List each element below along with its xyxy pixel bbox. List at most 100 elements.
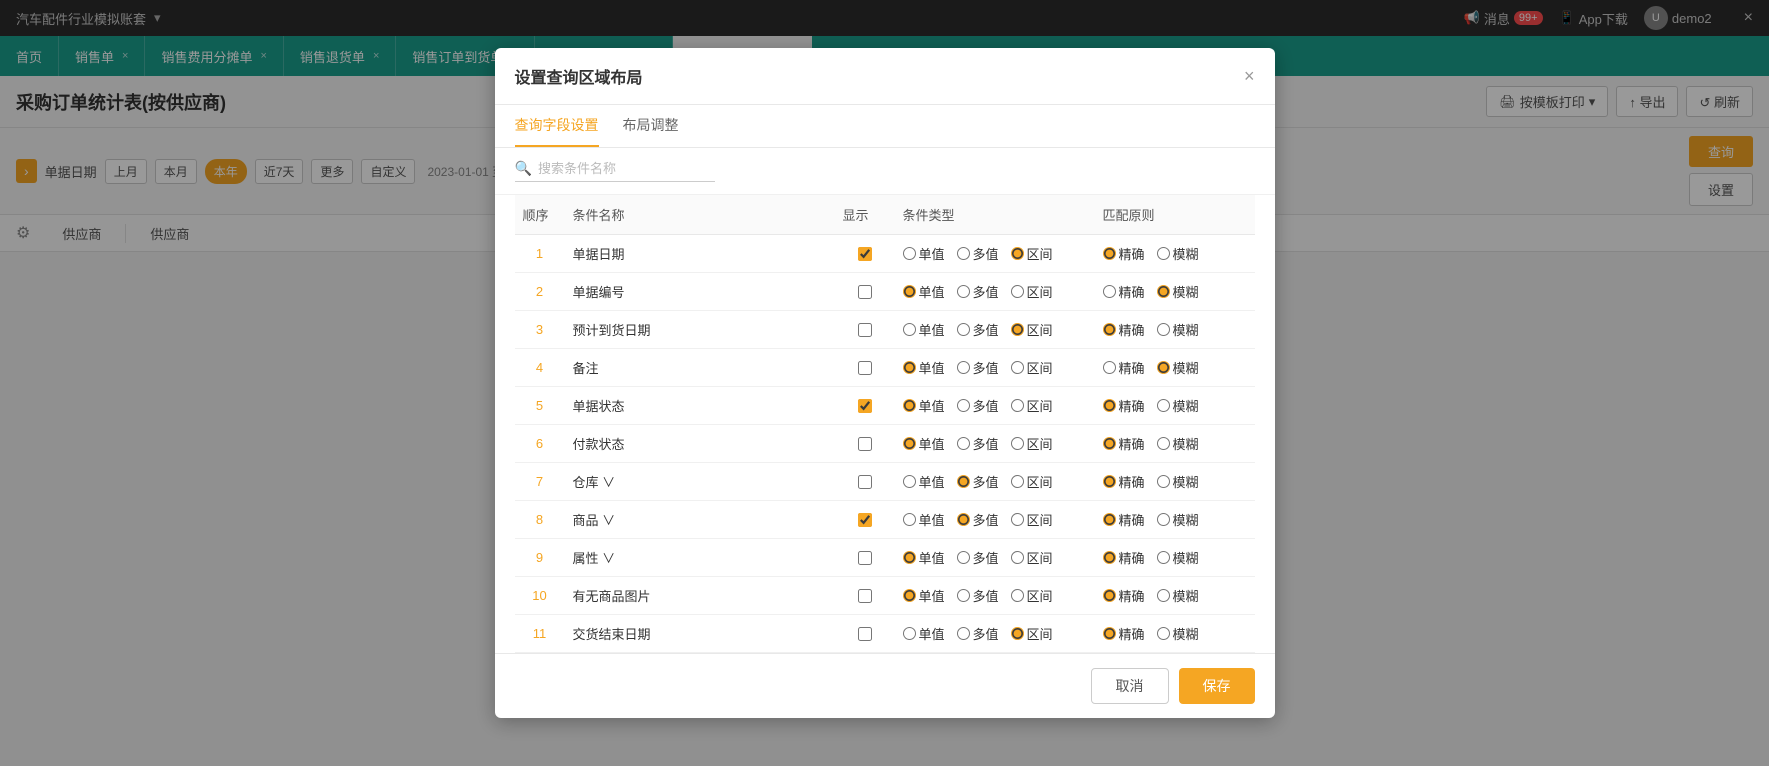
radio-single-5[interactable]: 单值 xyxy=(903,434,945,453)
cancel-button[interactable]: 取消 xyxy=(1091,668,1169,704)
radio-single-2[interactable]: 单值 xyxy=(903,320,945,339)
radio-exact-10[interactable]: 精确 xyxy=(1103,624,1145,643)
radio-exact-input-3[interactable] xyxy=(1103,361,1116,374)
radio-range-9[interactable]: 区间 xyxy=(1011,586,1053,605)
radio-range-input-9[interactable] xyxy=(1011,589,1024,602)
radio-multi-input-5[interactable] xyxy=(957,437,970,450)
radio-range-input-10[interactable] xyxy=(1011,627,1024,640)
radio-single-input-5[interactable] xyxy=(903,437,916,450)
radio-fuzzy-9[interactable]: 模糊 xyxy=(1157,586,1199,605)
radio-multi-3[interactable]: 多值 xyxy=(957,358,999,377)
radio-exact-4[interactable]: 精确 xyxy=(1103,396,1145,415)
radio-single-input-10[interactable] xyxy=(903,627,916,640)
radio-multi-9[interactable]: 多值 xyxy=(957,586,999,605)
radio-multi-7[interactable]: 多值 xyxy=(957,510,999,529)
radio-fuzzy-input-3[interactable] xyxy=(1157,361,1170,374)
radio-fuzzy-input-1[interactable] xyxy=(1157,285,1170,298)
radio-fuzzy-input-10[interactable] xyxy=(1157,627,1170,640)
radio-multi-input-2[interactable] xyxy=(957,323,970,336)
radio-exact-input-0[interactable] xyxy=(1103,247,1116,260)
radio-single-4[interactable]: 单值 xyxy=(903,396,945,415)
radio-range-input-6[interactable] xyxy=(1011,475,1024,488)
radio-exact-8[interactable]: 精确 xyxy=(1103,548,1145,567)
radio-single-0[interactable]: 单值 xyxy=(903,244,945,263)
radio-multi-1[interactable]: 多值 xyxy=(957,282,999,301)
radio-exact-1[interactable]: 精确 xyxy=(1103,282,1145,301)
radio-range-input-4[interactable] xyxy=(1011,399,1024,412)
radio-exact-input-5[interactable] xyxy=(1103,437,1116,450)
radio-single-3[interactable]: 单值 xyxy=(903,358,945,377)
radio-exact-0[interactable]: 精确 xyxy=(1103,244,1145,263)
radio-single-input-4[interactable] xyxy=(903,399,916,412)
radio-single-input-3[interactable] xyxy=(903,361,916,374)
radio-fuzzy-2[interactable]: 模糊 xyxy=(1157,320,1199,339)
display-checkbox-3[interactable] xyxy=(858,361,872,375)
radio-multi-5[interactable]: 多值 xyxy=(957,434,999,453)
radio-fuzzy-input-5[interactable] xyxy=(1157,437,1170,450)
radio-fuzzy-6[interactable]: 模糊 xyxy=(1157,472,1199,491)
tab-layout[interactable]: 布局调整 xyxy=(623,105,679,147)
radio-multi-4[interactable]: 多值 xyxy=(957,396,999,415)
radio-multi-input-10[interactable] xyxy=(957,627,970,640)
radio-exact-9[interactable]: 精确 xyxy=(1103,586,1145,605)
radio-single-input-7[interactable] xyxy=(903,513,916,526)
display-checkbox-8[interactable] xyxy=(858,551,872,565)
display-checkbox-2[interactable] xyxy=(858,323,872,337)
radio-exact-input-10[interactable] xyxy=(1103,627,1116,640)
radio-multi-0[interactable]: 多值 xyxy=(957,244,999,263)
radio-exact-input-9[interactable] xyxy=(1103,589,1116,602)
radio-range-input-1[interactable] xyxy=(1011,285,1024,298)
radio-exact-5[interactable]: 精确 xyxy=(1103,434,1145,453)
radio-range-1[interactable]: 区间 xyxy=(1011,282,1053,301)
radio-single-10[interactable]: 单值 xyxy=(903,624,945,643)
radio-multi-input-4[interactable] xyxy=(957,399,970,412)
radio-fuzzy-1[interactable]: 模糊 xyxy=(1157,282,1199,301)
radio-single-input-9[interactable] xyxy=(903,589,916,602)
radio-fuzzy-10[interactable]: 模糊 xyxy=(1157,624,1199,643)
radio-multi-6[interactable]: 多值 xyxy=(957,472,999,491)
radio-single-8[interactable]: 单值 xyxy=(903,548,945,567)
radio-exact-input-7[interactable] xyxy=(1103,513,1116,526)
display-checkbox-7[interactable] xyxy=(858,513,872,527)
radio-single-6[interactable]: 单值 xyxy=(903,472,945,491)
display-checkbox-5[interactable] xyxy=(858,437,872,451)
radio-multi-input-8[interactable] xyxy=(957,551,970,564)
radio-fuzzy-7[interactable]: 模糊 xyxy=(1157,510,1199,529)
radio-multi-input-7[interactable] xyxy=(957,513,970,526)
radio-range-3[interactable]: 区间 xyxy=(1011,358,1053,377)
radio-single-input-8[interactable] xyxy=(903,551,916,564)
radio-single-input-6[interactable] xyxy=(903,475,916,488)
radio-multi-10[interactable]: 多值 xyxy=(957,624,999,643)
radio-multi-input-9[interactable] xyxy=(957,589,970,602)
radio-fuzzy-input-6[interactable] xyxy=(1157,475,1170,488)
display-checkbox-1[interactable] xyxy=(858,285,872,299)
radio-range-input-2[interactable] xyxy=(1011,323,1024,336)
radio-multi-8[interactable]: 多值 xyxy=(957,548,999,567)
radio-exact-2[interactable]: 精确 xyxy=(1103,320,1145,339)
radio-single-input-2[interactable] xyxy=(903,323,916,336)
radio-range-6[interactable]: 区间 xyxy=(1011,472,1053,491)
radio-multi-input-6[interactable] xyxy=(957,475,970,488)
display-checkbox-0[interactable] xyxy=(858,247,872,261)
radio-fuzzy-8[interactable]: 模糊 xyxy=(1157,548,1199,567)
radio-multi-input-3[interactable] xyxy=(957,361,970,374)
radio-range-input-8[interactable] xyxy=(1011,551,1024,564)
radio-exact-input-6[interactable] xyxy=(1103,475,1116,488)
radio-exact-input-1[interactable] xyxy=(1103,285,1116,298)
save-button[interactable]: 保存 xyxy=(1179,668,1255,704)
radio-single-input-0[interactable] xyxy=(903,247,916,260)
radio-range-5[interactable]: 区间 xyxy=(1011,434,1053,453)
radio-range-input-5[interactable] xyxy=(1011,437,1024,450)
radio-fuzzy-5[interactable]: 模糊 xyxy=(1157,434,1199,453)
radio-fuzzy-4[interactable]: 模糊 xyxy=(1157,396,1199,415)
display-checkbox-6[interactable] xyxy=(858,475,872,489)
radio-range-input-0[interactable] xyxy=(1011,247,1024,260)
radio-exact-7[interactable]: 精确 xyxy=(1103,510,1145,529)
radio-fuzzy-0[interactable]: 模糊 xyxy=(1157,244,1199,263)
radio-multi-input-1[interactable] xyxy=(957,285,970,298)
radio-fuzzy-input-0[interactable] xyxy=(1157,247,1170,260)
radio-fuzzy-input-7[interactable] xyxy=(1157,513,1170,526)
radio-exact-6[interactable]: 精确 xyxy=(1103,472,1145,491)
radio-multi-input-0[interactable] xyxy=(957,247,970,260)
radio-single-9[interactable]: 单值 xyxy=(903,586,945,605)
